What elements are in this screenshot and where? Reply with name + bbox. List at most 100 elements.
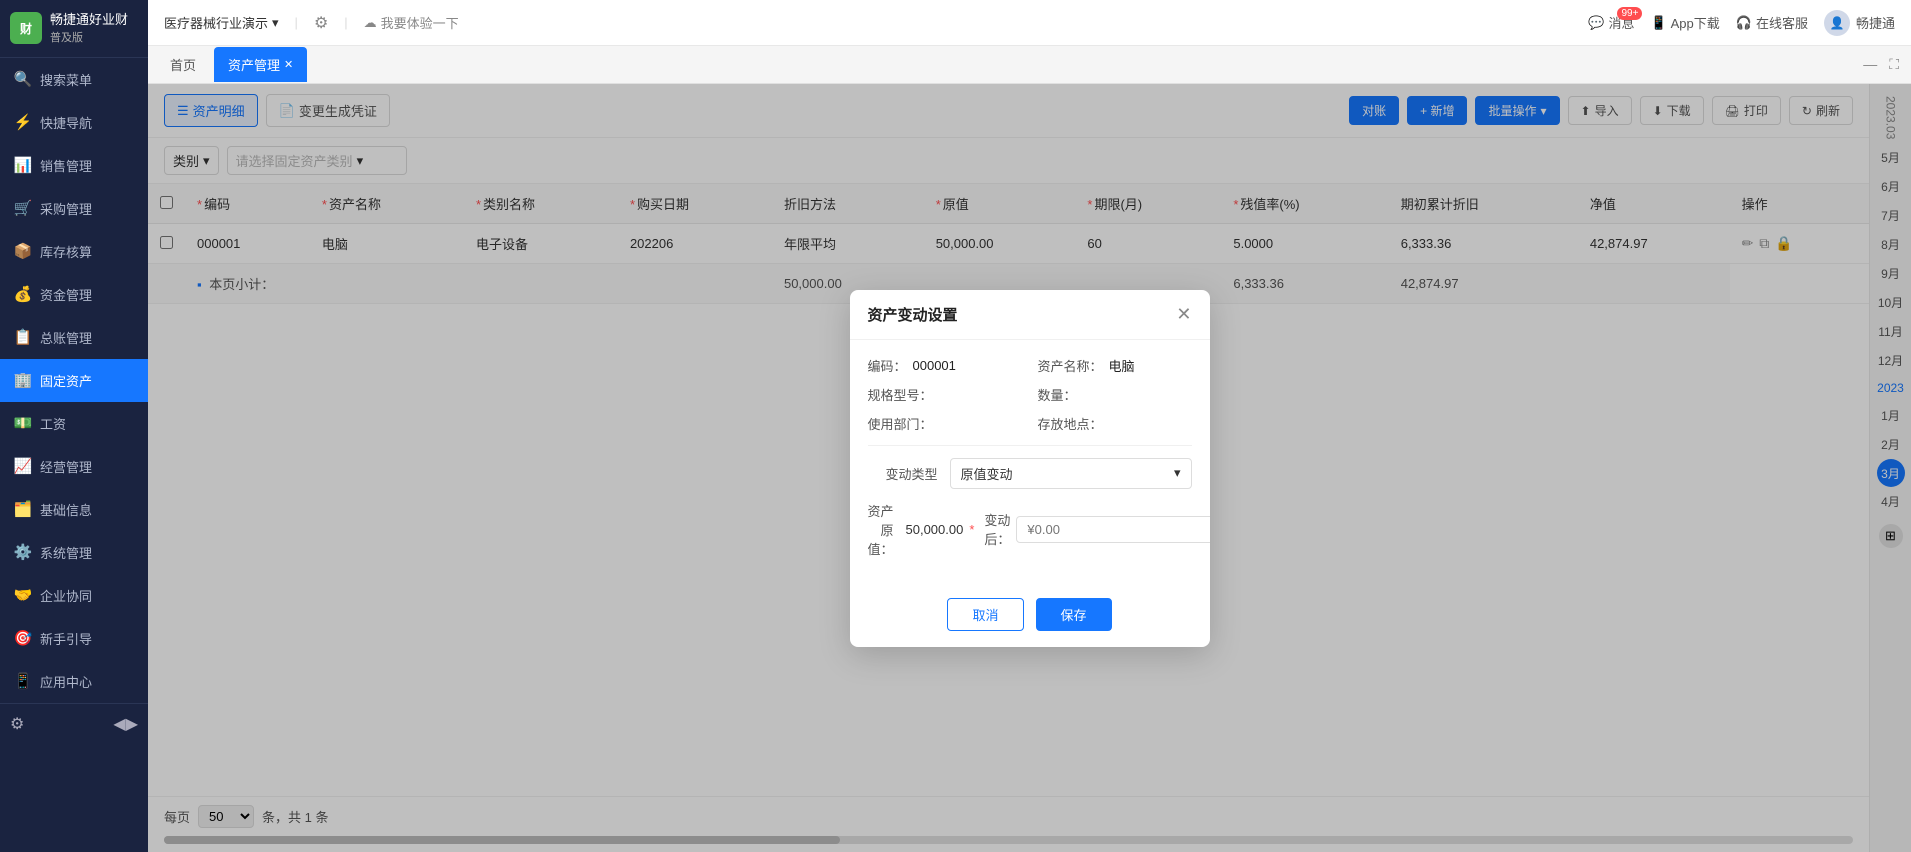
dialog-asset-value-row: 资产原值： 50,000.00 * 变动后： [868, 501, 1192, 558]
search-icon: 🔍 [14, 70, 32, 88]
app-logo: 财 畅捷通好业财 普及版 [0, 0, 148, 58]
sidebar-item-label: 新手引导 [40, 629, 92, 648]
sidebar-item-guide[interactable]: 🎯 新手引导 [0, 617, 148, 660]
sidebar-item-apps[interactable]: 📱 应用中心 [0, 660, 148, 703]
dialog-title: 资产变动设置 [868, 304, 958, 325]
payroll-icon: 💵 [14, 414, 32, 432]
cloud-icon: ☁ [364, 15, 377, 31]
sidebar-item-purchase[interactable]: 🛒 采购管理 [0, 187, 148, 230]
messages-btn[interactable]: 💬 消息 99+ [1588, 13, 1634, 32]
cancel-button[interactable]: 取消 [947, 598, 1023, 631]
dialog-overlay: 资产变动设置 ✕ 编码： 000001 资产名称： 电脑 [148, 84, 1911, 852]
sidebar-item-search[interactable]: 🔍 搜索菜单 [0, 58, 148, 101]
sidebar-item-label: 资金管理 [40, 285, 92, 304]
asset-change-dialog: 资产变动设置 ✕ 编码： 000001 资产名称： 电脑 [850, 290, 1210, 647]
experience-btn[interactable]: ☁ 我要体验一下 [364, 13, 459, 32]
sidebar-item-basic[interactable]: 🗂️ 基础信息 [0, 488, 148, 531]
dialog-spec-field: 规格型号： [868, 385, 1022, 404]
tab-expand-icon[interactable]: ⛶ [1885, 52, 1903, 77]
sidebar-item-label: 固定资产 [40, 371, 92, 390]
asset-value-control: 50,000.00 * 变动后： [906, 510, 1210, 548]
sidebar-item-label: 搜索菜单 [40, 70, 92, 89]
change-type-control: 原值变动 ▾ [950, 458, 1192, 489]
dialog-info-row-2: 规格型号： 数量： [868, 385, 1192, 404]
quicknav-icon: ⚡ [14, 113, 32, 131]
after-value-input[interactable] [1016, 516, 1209, 543]
change-type-select[interactable]: 原值变动 ▾ [950, 458, 1192, 489]
topbar: 医疗器械行业演示 ▾ | ⚙ | ☁ 我要体验一下 💬 消息 99+ 📱 App… [148, 0, 1911, 46]
purchase-icon: 🛒 [14, 199, 32, 217]
app-download-btn[interactable]: 📱 App下载 [1650, 13, 1719, 32]
settings-gear-icon[interactable]: ⚙ [314, 13, 328, 33]
dialog-code-field: 编码： 000001 [868, 356, 1022, 375]
sidebar-item-label: 销售管理 [40, 156, 92, 175]
sidebar-item-sales[interactable]: 📊 销售管理 [0, 144, 148, 187]
dialog-info-row-1: 编码： 000001 资产名称： 电脑 [868, 356, 1192, 375]
sidebar-item-inventory[interactable]: 📦 库存核算 [0, 230, 148, 273]
sidebar-item-label: 经营管理 [40, 457, 92, 476]
message-badge: 99+ [1617, 7, 1642, 20]
sidebar-item-label: 系统管理 [40, 543, 92, 562]
dialog-dept-field: 使用部门： [868, 414, 1022, 433]
company-selector[interactable]: 医疗器械行业演示 ▾ [164, 13, 279, 32]
service-icon: 🎧 [1736, 15, 1752, 31]
avatar: 👤 [1824, 10, 1850, 36]
sidebar-item-fixed-assets[interactable]: 🏢 固定资产 [0, 359, 148, 402]
content-area: ☰ 资产明细 📄 变更生成凭证 对账 + 新增 批量操作 ▾ [148, 84, 1911, 852]
sidebar-item-label: 总账管理 [40, 328, 92, 347]
settings-icon[interactable]: ⚙ [10, 714, 24, 734]
app-name: 畅捷通好业财 [50, 12, 128, 29]
online-service-btn[interactable]: 🎧 在线客服 [1736, 13, 1808, 32]
dialog-location-field: 存放地点： [1038, 414, 1192, 433]
tab-asset-management[interactable]: 资产管理 ✕ [214, 47, 307, 82]
company-dropdown-icon: ▾ [272, 15, 279, 31]
sidebar-item-payroll[interactable]: 💵 工资 [0, 402, 148, 445]
dialog-info-row-3: 使用部门： 存放地点： [868, 414, 1192, 433]
sidebar-item-enterprise[interactable]: 🤝 企业协同 [0, 574, 148, 617]
sidebar-item-operations[interactable]: 📈 经营管理 [0, 445, 148, 488]
sidebar-item-quicknav[interactable]: ⚡ 快捷导航 [0, 101, 148, 144]
required-star: * [969, 522, 974, 537]
sidebar-item-label: 快捷导航 [40, 113, 92, 132]
company-name: 医疗器械行业演示 [164, 13, 268, 32]
dialog-header: 资产变动设置 ✕ [850, 290, 1210, 340]
dialog-divider [868, 445, 1192, 446]
download-icon: 📱 [1650, 15, 1666, 31]
apps-icon: 📱 [14, 672, 32, 690]
fixed-assets-icon: 🏢 [14, 371, 32, 389]
user-menu[interactable]: 👤 畅捷通 [1824, 10, 1895, 36]
save-button[interactable]: 保存 [1036, 598, 1112, 631]
system-icon: ⚙️ [14, 543, 32, 561]
tab-close-icon[interactable]: ✕ [284, 58, 293, 71]
guide-icon: 🎯 [14, 629, 32, 647]
change-type-dropdown-icon: ▾ [1174, 465, 1181, 481]
sidebar-item-system[interactable]: ⚙️ 系统管理 [0, 531, 148, 574]
dialog-change-type-row: 变动类型 原值变动 ▾ [868, 458, 1192, 489]
sidebar-item-label: 库存核算 [40, 242, 92, 261]
sidebar-item-label: 基础信息 [40, 500, 92, 519]
basic-icon: 🗂️ [14, 500, 32, 518]
tab-home[interactable]: 首页 [156, 47, 210, 82]
dialog-quantity-field: 数量： [1038, 385, 1192, 404]
finance-icon: 💰 [14, 285, 32, 303]
tabbar-actions: — ⛶ [1859, 52, 1903, 77]
sidebar-item-finance[interactable]: 💰 资金管理 [0, 273, 148, 316]
dialog-body: 编码： 000001 资产名称： 电脑 规格型号： [850, 340, 1210, 586]
main-area: 医疗器械行业演示 ▾ | ⚙ | ☁ 我要体验一下 💬 消息 99+ 📱 App… [148, 0, 1911, 852]
dialog-close-icon[interactable]: ✕ [1176, 304, 1191, 325]
sidebar-item-label: 工资 [40, 414, 66, 433]
sidebar-footer: ⚙ ◀▶ [0, 703, 148, 744]
sales-icon: 📊 [14, 156, 32, 174]
sidebar-item-label: 应用中心 [40, 672, 92, 691]
tabbar: 首页 资产管理 ✕ — ⛶ [148, 46, 1911, 84]
collapse-icon[interactable]: ◀▶ [113, 714, 138, 734]
app-version: 普及版 [50, 29, 128, 45]
topbar-right: 💬 消息 99+ 📱 App下载 🎧 在线客服 👤 畅捷通 [1588, 10, 1895, 36]
ledger-icon: 📋 [14, 328, 32, 346]
sidebar-item-label: 企业协同 [40, 586, 92, 605]
sidebar-item-ledger[interactable]: 📋 总账管理 [0, 316, 148, 359]
operations-icon: 📈 [14, 457, 32, 475]
tab-minimize-icon[interactable]: — [1859, 52, 1881, 77]
sidebar-item-label: 采购管理 [40, 199, 92, 218]
sidebar: 财 畅捷通好业财 普及版 🔍 搜索菜单 ⚡ 快捷导航 📊 销售管理 🛒 采购管理… [0, 0, 148, 852]
